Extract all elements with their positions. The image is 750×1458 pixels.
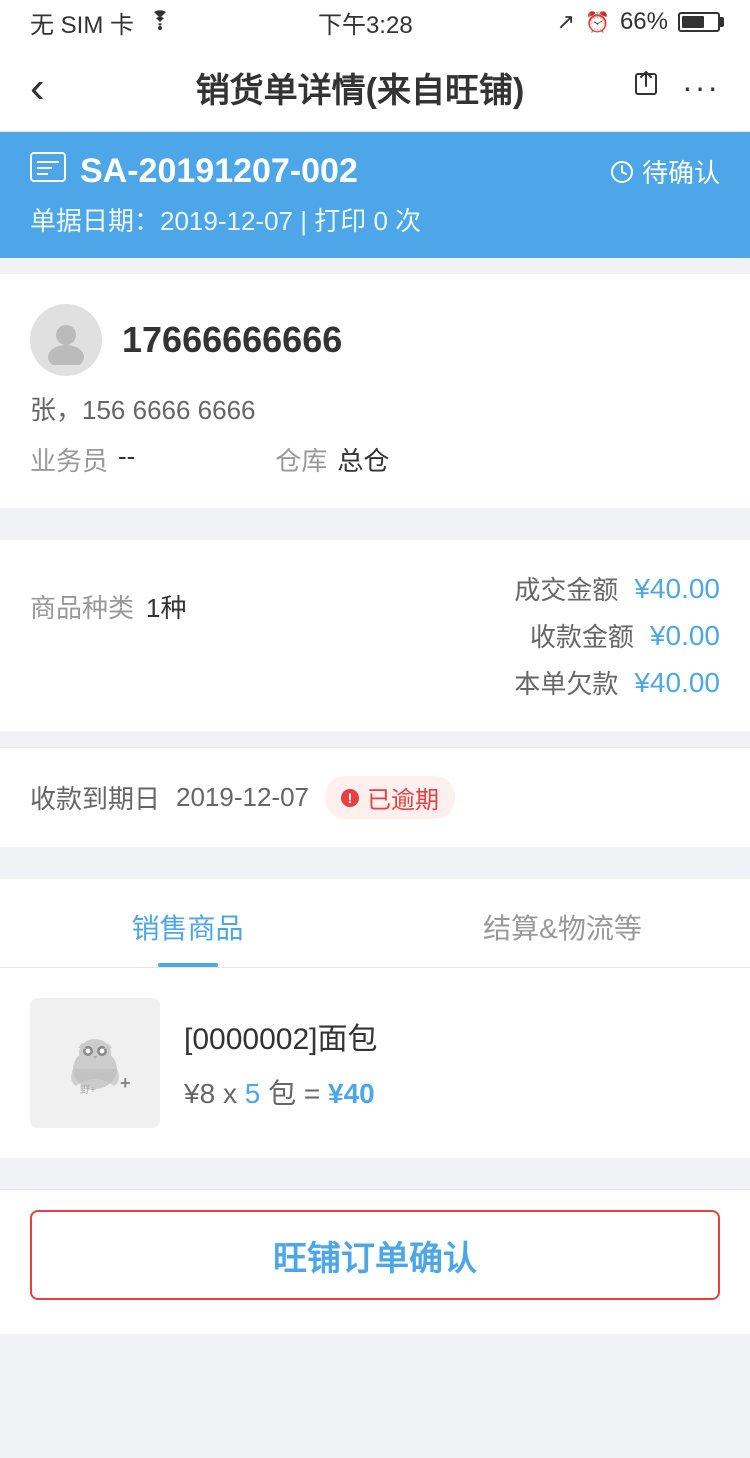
received-label: 收款金额 xyxy=(530,617,634,654)
summary-left: 商品种类 1种 xyxy=(30,570,375,625)
location-icon: ↗ xyxy=(557,9,575,35)
nav-bar: ‹ 销货单详情(来自旺铺) ··· xyxy=(0,44,750,132)
overdue-badge: ! 已逾期 xyxy=(325,776,455,819)
customer-section: 17666666666 张，156 6666 6666 业务员 -- 仓库 总仓 xyxy=(0,274,750,508)
tab-sales-goods[interactable]: 销售商品 xyxy=(0,879,375,967)
tabs-header: 销售商品 结算&物流等 xyxy=(0,879,750,968)
tabs-section: 销售商品 结算&物流等 xyxy=(0,879,750,1158)
product-type-row: 商品种类 1种 xyxy=(30,588,375,625)
page-title: 销货单详情(来自旺铺) xyxy=(196,63,525,112)
summary-right: 成交金额 ¥40.00 收款金额 ¥0.00 本单欠款 ¥40.00 xyxy=(375,570,720,701)
back-button[interactable]: ‹ xyxy=(30,63,90,113)
status-label: 待确认 xyxy=(642,153,720,190)
order-header: SA-20191207-002 待确认 单据日期：2019-12-07 | 打印… xyxy=(0,132,750,258)
avatar xyxy=(30,304,102,376)
nav-actions: ··· xyxy=(630,68,720,108)
share-icon[interactable] xyxy=(630,68,662,108)
warehouse-label: 仓库 xyxy=(275,441,327,478)
product-type-value: 1种 xyxy=(146,588,186,625)
overdue-icon: ! xyxy=(341,789,359,807)
more-icon[interactable]: ··· xyxy=(682,69,720,106)
amount-value: ¥40.00 xyxy=(634,573,720,605)
overdue-text: 已逾期 xyxy=(367,780,439,815)
owed-label: 本单欠款 xyxy=(514,664,618,701)
product-list: + 野+ [0000002]面包 ¥8 x 5 包 = ¥40 xyxy=(0,968,750,1158)
due-date-value: 2019-12-07 xyxy=(176,782,309,813)
salesperson-label: 业务员 xyxy=(30,441,108,478)
product-info: [0000002]面包 ¥8 x 5 包 = ¥40 xyxy=(184,1014,720,1112)
order-id: SA-20191207-002 xyxy=(30,152,358,191)
status-bar-left: 无 SIM 卡 xyxy=(30,5,174,40)
product-type-label: 商品种类 xyxy=(30,588,134,625)
bottom-bar: 旺铺订单确认 xyxy=(0,1189,750,1334)
order-icon xyxy=(30,152,66,191)
warehouse-value: 总仓 xyxy=(337,441,389,478)
amount-label: 成交金额 xyxy=(514,570,618,607)
due-date-section: 收款到期日 2019-12-07 ! 已逾期 xyxy=(0,748,750,847)
order-status: 待确认 xyxy=(610,153,720,190)
customer-name: 张，156 6666 6666 xyxy=(30,390,720,427)
received-value: ¥0.00 xyxy=(650,620,720,652)
product-thumbnail: + 野+ xyxy=(30,998,160,1128)
wifi-icon xyxy=(146,8,174,37)
product-name: [0000002]面包 xyxy=(184,1014,720,1058)
alarm-icon: ⏰ xyxy=(585,10,610,35)
due-date-label: 收款到期日 xyxy=(30,779,160,816)
summary-section: 商品种类 1种 成交金额 ¥40.00 收款金额 ¥0.00 本单欠款 ¥40.… xyxy=(0,540,750,731)
time-display: 下午3:28 xyxy=(318,5,413,40)
customer-meta: 业务员 -- 仓库 总仓 xyxy=(30,441,720,478)
owed-value: ¥40.00 xyxy=(634,667,720,699)
order-date-row: 单据日期：2019-12-07 | 打印 0 次 xyxy=(30,201,720,238)
salesperson-value: -- xyxy=(118,441,135,478)
battery-pct: 66% xyxy=(620,8,668,36)
tab-settlement[interactable]: 结算&物流等 xyxy=(375,879,750,967)
confirm-order-button[interactable]: 旺铺订单确认 xyxy=(30,1210,720,1300)
svg-text:+: + xyxy=(120,1073,131,1093)
product-item: + 野+ [0000002]面包 ¥8 x 5 包 = ¥40 xyxy=(0,968,750,1158)
status-bar: 无 SIM 卡 下午3:28 ↗ ⏰ 66% xyxy=(0,0,750,44)
svg-text:野+: 野+ xyxy=(80,1084,96,1096)
product-calc: ¥8 x 5 包 = ¥40 xyxy=(184,1072,720,1112)
carrier-label: 无 SIM 卡 xyxy=(30,5,134,40)
status-bar-right: ↗ ⏰ 66% xyxy=(557,8,720,36)
customer-phone: 17666666666 xyxy=(122,319,342,361)
battery-icon xyxy=(678,12,720,32)
